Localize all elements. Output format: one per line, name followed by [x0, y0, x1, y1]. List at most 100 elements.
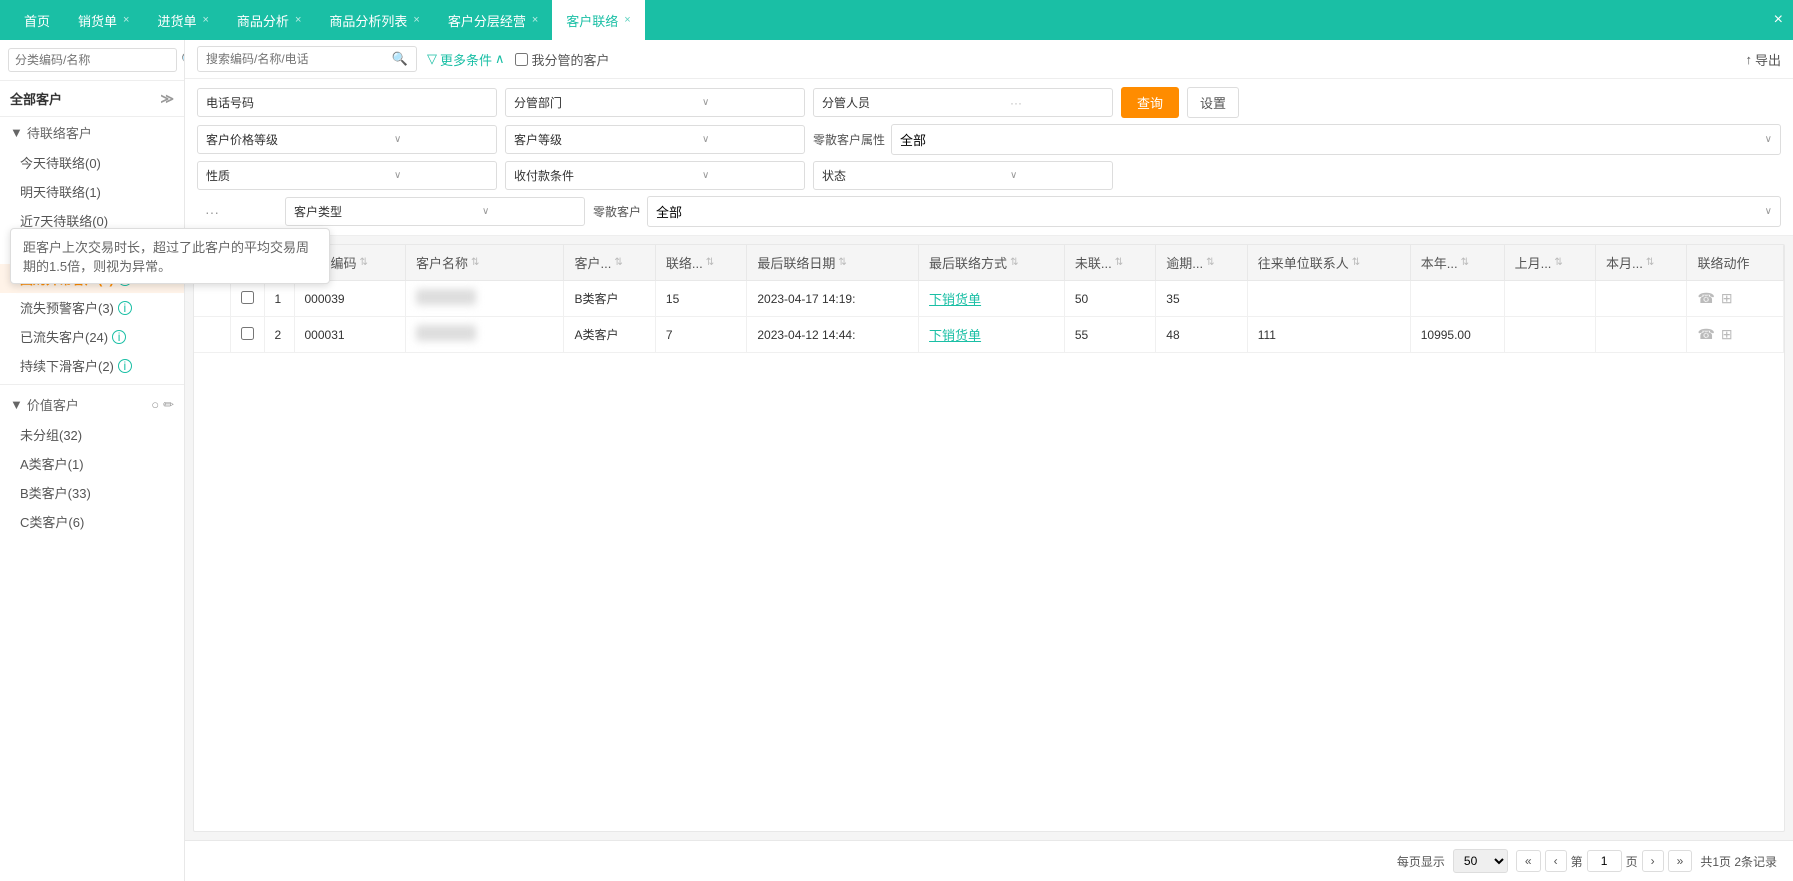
col-last-contact-date[interactable]: 最后联络日期 ⇅ [747, 245, 919, 281]
sidebar-value-edit-icon[interactable]: ○ [151, 397, 159, 413]
sort-not-linked-icon[interactable]: ⇅ [1115, 257, 1123, 268]
cell-code-1[interactable]: 000031 [294, 317, 405, 353]
row-checkbox-0[interactable] [241, 291, 254, 304]
sort-name-icon[interactable]: ⇅ [471, 257, 479, 268]
sidebar-item-c-class[interactable]: C类客户(6) [0, 507, 184, 536]
search-icon[interactable]: 🔍 [392, 51, 408, 67]
filter-extra-dots[interactable]: ··· [197, 199, 277, 225]
filter-sparse-attr[interactable]: 全部 ∨ [891, 124, 1781, 155]
nav-item-home[interactable]: 首页 [10, 0, 64, 40]
sidebar-item-a-class[interactable]: A类客户(1) [0, 449, 184, 478]
action-phone-icon-1[interactable]: ☎ [1697, 326, 1714, 343]
filter-sparse-customer[interactable]: 全部 ∨ [647, 196, 1781, 227]
sidebar-item-tomorrow[interactable]: 明天待联络(1) [0, 177, 184, 206]
close-purchase-icon[interactable]: × [202, 14, 208, 26]
nav-item-sales[interactable]: 销货单 × [64, 0, 143, 40]
sort-last-month-icon[interactable]: ⇅ [1554, 257, 1562, 268]
close-analysis-list-icon[interactable]: × [413, 14, 419, 26]
export-button[interactable]: ↑ 导出 [1745, 50, 1781, 69]
sort-code-icon[interactable]: ⇅ [360, 257, 368, 268]
sidebar-item-b-class[interactable]: B类客户(33) [0, 478, 184, 507]
filter-gender[interactable]: 性质 ∨ [197, 161, 497, 190]
close-customer-seg-icon[interactable]: × [532, 14, 538, 26]
nav-item-purchase[interactable]: 进货单 × [143, 0, 222, 40]
settings-button[interactable]: 设置 [1187, 87, 1239, 118]
col-overdue[interactable]: 逾期... ⇅ [1156, 245, 1247, 281]
sidebar-item-churned[interactable]: 已流失客户(24) i [0, 322, 184, 351]
sidebar-search-input[interactable] [8, 48, 177, 72]
close-sales-icon[interactable]: × [123, 14, 129, 26]
first-page-button[interactable]: « [1516, 850, 1541, 872]
sidebar-item-ungrouped[interactable]: 未分组(32) [0, 420, 184, 449]
filter-price-level[interactable]: 客户价格等级 ∨ [197, 125, 497, 154]
sort-overdue-icon[interactable]: ⇅ [1206, 257, 1214, 268]
col-this-year[interactable]: 本年... ⇅ [1410, 245, 1504, 281]
col-type[interactable]: 客户... ⇅ [564, 245, 655, 281]
filter-customer-level[interactable]: 客户等级 ∨ [505, 125, 805, 154]
sidebar-value-settings-icon[interactable]: ✏ [163, 397, 174, 413]
filter-person-dots[interactable]: ··· [1010, 96, 1104, 110]
table-container: ⚙ # 客户编码 [193, 244, 1785, 832]
sidebar-divider [0, 384, 184, 385]
cell-code-0[interactable]: 000039 [294, 281, 405, 317]
top-nav: 首页 销货单 × 进货单 × 商品分析 × 商品分析列表 × 客户分层经营 × … [0, 0, 1793, 40]
nav-item-customer-contact[interactable]: 客户联络 × [552, 0, 644, 40]
close-all-button[interactable]: × [1774, 11, 1783, 29]
filter-row-3: 性质 ∨ 收付款条件 ∨ 状态 ∨ [197, 161, 1781, 190]
search-input[interactable] [206, 52, 388, 66]
page-number-input[interactable] [1587, 850, 1622, 872]
sidebar-item-today[interactable]: 今天待联络(0) [0, 148, 184, 177]
cell-this-month-1 [1596, 317, 1687, 353]
info-icon-churned: i [112, 330, 126, 344]
row-checkbox-1[interactable] [241, 327, 254, 340]
filter-person[interactable]: 分管人员 ··· [813, 88, 1113, 117]
filter-phone[interactable]: 电话号码 [197, 88, 497, 117]
sidebar-collapse-icon[interactable]: ≫ [160, 91, 174, 107]
close-customer-contact-icon[interactable]: × [624, 14, 630, 26]
cell-checkbox-1[interactable] [230, 317, 264, 353]
sparse-attr-arrow-icon: ∨ [1765, 134, 1772, 145]
filter-customer-type-label: 客户类型 [294, 203, 388, 220]
cell-name-1 [405, 317, 563, 353]
nav-item-customer-seg[interactable]: 客户分层经营 × [434, 0, 552, 40]
action-phone-icon-0[interactable]: ☎ [1697, 290, 1714, 307]
last-page-button[interactable]: » [1668, 850, 1693, 872]
nav-item-analysis[interactable]: 商品分析 × [223, 0, 315, 40]
filter-payment[interactable]: 收付款条件 ∨ [505, 161, 805, 190]
col-last-month[interactable]: 上月... ⇅ [1504, 245, 1595, 281]
sort-last-way-icon[interactable]: ⇅ [1010, 257, 1018, 268]
cell-last-way-1[interactable]: 下销货单 [919, 317, 1065, 353]
sort-last-date-icon[interactable]: ⇅ [838, 257, 846, 268]
my-customer-checkbox[interactable]: 我分管的客户 [515, 50, 610, 69]
col-not-linked[interactable]: 未联... ⇅ [1064, 245, 1155, 281]
filter-dept[interactable]: 分管部门 ∨ [505, 88, 805, 117]
cell-checkbox-0[interactable] [230, 281, 264, 317]
next-page-button[interactable]: › [1642, 850, 1664, 872]
sort-type-icon[interactable]: ⇅ [614, 257, 622, 268]
nav-item-analysis-list[interactable]: 商品分析列表 × [315, 0, 433, 40]
page-size-select[interactable]: 50 20 100 200 [1453, 849, 1508, 873]
my-customer-check[interactable] [515, 53, 528, 66]
filter-status[interactable]: 状态 ∨ [813, 161, 1113, 190]
col-name[interactable]: 客户名称 ⇅ [405, 245, 563, 281]
filter-dept-label: 分管部门 [514, 94, 608, 111]
sidebar-item-churn-warning[interactable]: 流失预警客户(3) i [0, 293, 184, 322]
sidebar-item-declining[interactable]: 持续下滑客户(2) i [0, 351, 184, 380]
sort-company-contact-icon[interactable]: ⇅ [1352, 257, 1360, 268]
query-button[interactable]: 查询 [1121, 87, 1179, 118]
sort-this-year-icon[interactable]: ⇅ [1461, 257, 1469, 268]
sort-this-month-icon[interactable]: ⇅ [1646, 257, 1654, 268]
col-last-contact-way[interactable]: 最后联络方式 ⇅ [919, 245, 1065, 281]
prev-page-button[interactable]: ‹ [1545, 850, 1567, 872]
action-more-icon-1[interactable]: ⊞ [1721, 326, 1733, 343]
col-this-month[interactable]: 本月... ⇅ [1596, 245, 1687, 281]
close-analysis-icon[interactable]: × [295, 14, 301, 26]
sidebar-all-customers[interactable]: 全部客户 ≫ [0, 81, 184, 117]
col-contact[interactable]: 联络... ⇅ [655, 245, 746, 281]
sort-contact-icon[interactable]: ⇅ [706, 257, 714, 268]
more-filter-button[interactable]: ▽ 更多条件 ∧ [427, 50, 505, 69]
col-company-contact[interactable]: 往来单位联系人 ⇅ [1247, 245, 1410, 281]
filter-customer-type[interactable]: 客户类型 ∨ [285, 197, 585, 226]
action-more-icon-0[interactable]: ⊞ [1721, 290, 1733, 307]
cell-last-way-0[interactable]: 下销货单 [919, 281, 1065, 317]
